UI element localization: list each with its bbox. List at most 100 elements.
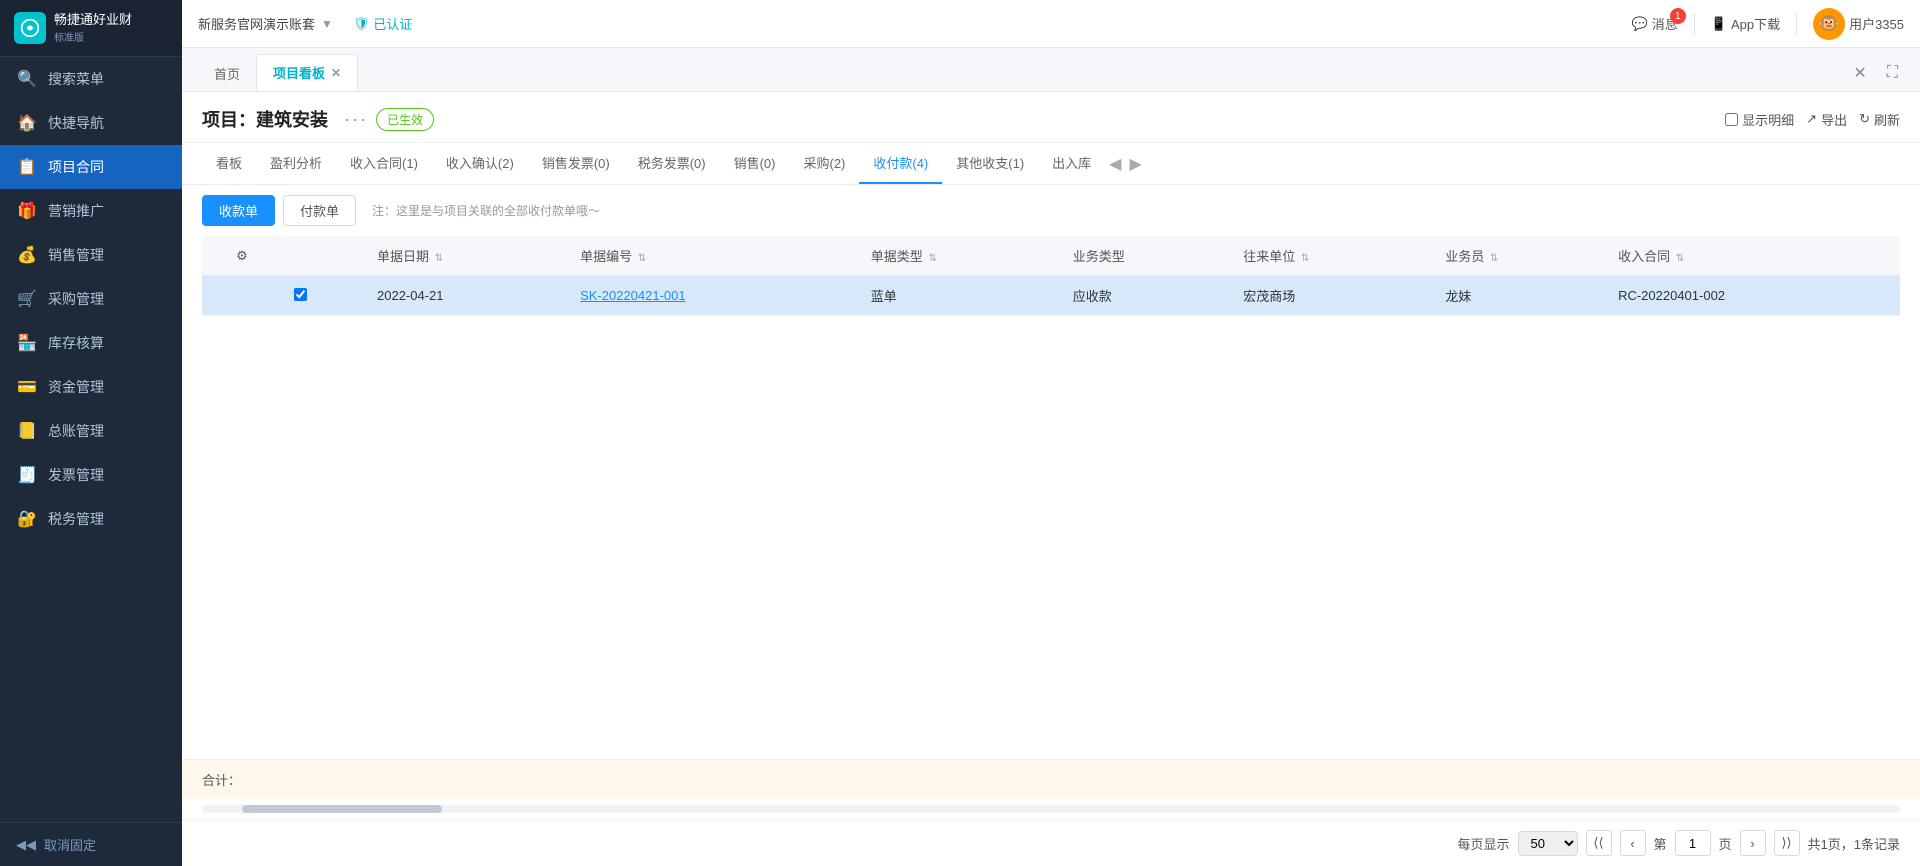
maximize-btn[interactable]: ⛶ [1881, 62, 1904, 84]
ledger-icon: 📒 [16, 421, 38, 441]
row-checkbox[interactable] [294, 288, 307, 301]
nav-tab-in-out[interactable]: 出入库 [1038, 143, 1105, 184]
sidebar-item-marketing[interactable]: 🎁营销推广 [0, 189, 182, 233]
th-salesman[interactable]: 业务员 ⇅ [1433, 236, 1606, 276]
row-code[interactable]: SK-20220421-001 [568, 276, 859, 316]
sidebar-item-fund[interactable]: 💳资金管理 [0, 365, 182, 409]
purchase-icon: 🛒 [16, 289, 38, 309]
message-icon: 💬 [1632, 16, 1648, 32]
message-btn[interactable]: 💬 消息 1 [1632, 14, 1678, 33]
page-title: 项目：建筑安装 [202, 106, 328, 132]
sidebar-item-project-contract[interactable]: 📋项目合同 [0, 145, 182, 189]
row-code-link[interactable]: SK-20220421-001 [580, 288, 686, 303]
show-detail-input[interactable] [1725, 113, 1738, 126]
th-date[interactable]: 单据日期 ⇅ [365, 236, 568, 276]
th-type[interactable]: 单据类型 ⇅ [859, 236, 1061, 276]
total-label: 合计： [202, 773, 241, 788]
row-date: 2022-04-21 [365, 276, 568, 316]
topbar-right: 💬 消息 1 📱 App下载 🐵 用户3355 [1632, 8, 1904, 40]
nav-tab-collect-pay[interactable]: 收付款(4) [859, 143, 942, 184]
prev-page-btn[interactable]: ‹ [1620, 830, 1646, 856]
nav-tab-income-confirm[interactable]: 收入确认(2) [432, 143, 528, 184]
nav-tab-sales-invoice[interactable]: 销售发票(0) [528, 143, 624, 184]
sidebar-item-sales[interactable]: 💰销售管理 [0, 233, 182, 277]
sub-tab-payment[interactable]: 付款单 [283, 195, 356, 226]
row-counterpart: 宏茂商场 [1231, 276, 1433, 316]
table-area: ⚙ 单据日期 ⇅ 单据编号 ⇅ 单据类型 ⇅ 业务类型 往来单位 ⇅ 业务员 ⇅… [182, 236, 1920, 759]
tab-close-icon[interactable]: ✕ [331, 66, 341, 80]
export-btn[interactable]: ↗ 导出 [1806, 110, 1847, 129]
sidebar-item-quick-nav[interactable]: 🏠快捷导航 [0, 101, 182, 145]
nav-tab-sales[interactable]: 销售(0) [720, 143, 790, 184]
divider-2 [1796, 12, 1797, 36]
sidebar-item-ledger[interactable]: 📒总账管理 [0, 409, 182, 453]
row-no [282, 276, 365, 316]
page-header-actions: ··· 已生效 [344, 108, 434, 131]
app-download-label: App下载 [1731, 14, 1780, 33]
sub-tab-receipt[interactable]: 收款单 [202, 195, 275, 226]
row-gear [202, 276, 282, 316]
inventory-icon: 🏪 [16, 333, 38, 353]
sidebar-item-invoice[interactable]: 🧾发票管理 [0, 453, 182, 497]
nav-tab-profit[interactable]: 盈利分析 [256, 143, 336, 184]
sidebar-item-tax[interactable]: 🔐税务管理 [0, 497, 182, 541]
nav-tab-kanban[interactable]: 看板 [202, 143, 256, 184]
nav-tab-tax-invoice[interactable]: 税务发票(0) [624, 143, 720, 184]
more-options-btn[interactable]: ··· [344, 109, 368, 130]
user-btn[interactable]: 🐵 用户3355 [1813, 8, 1904, 40]
tabbar: 首页 项目看板 ✕ ✕ ⛶ [182, 48, 1920, 92]
per-page-label: 每页显示 [1457, 834, 1509, 853]
page-text2: 页 [1719, 834, 1732, 853]
main-area: 新服务官网演示账套 ▼ 🛡 已认证 💬 消息 1 📱 App下载 🐵 [182, 0, 1920, 866]
th-income-contract[interactable]: 收入合同 ⇅ [1606, 236, 1900, 276]
nav-tab-income-contract[interactable]: 收入合同(1) [336, 143, 432, 184]
total-row: 合计： [182, 759, 1920, 799]
fake-scrollbar [202, 805, 1900, 813]
th-counterpart[interactable]: 往来单位 ⇅ [1231, 236, 1433, 276]
export-label: 导出 [1821, 110, 1847, 129]
refresh-btn[interactable]: ↻ 刷新 [1859, 110, 1900, 129]
sidebar-item-search[interactable]: 🔍搜索菜单 [0, 57, 182, 101]
marketing-icon: 🎁 [16, 201, 38, 221]
th-biz-type: 业务类型 [1061, 236, 1232, 276]
per-page-select[interactable]: 50 100 200 [1518, 831, 1578, 856]
total-info: 共1页，1条记录 [1808, 834, 1900, 853]
table-body: 2022-04-21 SK-20220421-001 蓝单 应收款 宏茂商场 龙… [202, 276, 1900, 316]
nav-arrow-left[interactable]: ◀ [1105, 154, 1125, 174]
last-page-btn[interactable]: ⟩⟩ [1774, 830, 1800, 856]
sidebar: 畅捷通好业财 标准版 🔍搜索菜单🏠快捷导航📋项目合同🎁营销推广💰销售管理🛒采购管… [0, 0, 182, 866]
topbar: 新服务官网演示账套 ▼ 🛡 已认证 💬 消息 1 📱 App下载 🐵 [182, 0, 1920, 48]
sidebar-footer-label: 取消固定 [44, 835, 96, 854]
scrollbar-thumb[interactable] [242, 805, 442, 813]
sidebar-item-purchase[interactable]: 🛒采购管理 [0, 277, 182, 321]
sidebar-header: 畅捷通好业财 标准版 [0, 0, 182, 57]
th-code[interactable]: 单据编号 ⇅ [568, 236, 859, 276]
app-logo [14, 12, 46, 44]
next-page-btn[interactable]: › [1740, 830, 1766, 856]
sales-icon: 💰 [16, 245, 38, 265]
tab-project-board[interactable]: 项目看板 ✕ [256, 54, 358, 91]
table-header-row: ⚙ 单据日期 ⇅ 单据编号 ⇅ 单据类型 ⇅ 业务类型 往来单位 ⇅ 业务员 ⇅… [202, 236, 1900, 276]
mobile-icon: 📱 [1711, 16, 1727, 32]
data-table: ⚙ 单据日期 ⇅ 单据编号 ⇅ 单据类型 ⇅ 业务类型 往来单位 ⇅ 业务员 ⇅… [202, 236, 1900, 316]
sidebar-item-inventory[interactable]: 🏪库存核算 [0, 321, 182, 365]
project-contract-icon: 📋 [16, 157, 38, 177]
row-biz-type: 应收款 [1061, 276, 1232, 316]
first-page-btn[interactable]: ⟨⟨ [1586, 830, 1612, 856]
page-header: 项目：建筑安装 ··· 已生效 显示明细 ↗ 导出 ↻ 刷新 [182, 92, 1920, 143]
show-detail-checkbox[interactable]: 显示明细 [1725, 110, 1794, 129]
workspace-arrow-icon[interactable]: ▼ [321, 17, 333, 31]
close-window-btn[interactable]: ✕ [1847, 61, 1872, 85]
sort-salesman-icon: ⇅ [1490, 253, 1498, 264]
table-row[interactable]: 2022-04-21 SK-20220421-001 蓝单 应收款 宏茂商场 龙… [202, 276, 1900, 316]
nav-arrow-right[interactable]: ▶ [1125, 154, 1145, 174]
tab-home[interactable]: 首页 [198, 56, 256, 91]
nav-tab-purchase[interactable]: 采购(2) [789, 143, 859, 184]
page-input[interactable] [1675, 830, 1711, 856]
th-gear[interactable]: ⚙ [202, 236, 282, 276]
workspace-name: 新服务官网演示账套 [198, 14, 315, 33]
app-download-btn[interactable]: 📱 App下载 [1711, 14, 1780, 33]
nav-tab-other-expense[interactable]: 其他收支(1) [942, 143, 1038, 184]
sidebar-footer[interactable]: ◀◀ 取消固定 [0, 822, 182, 866]
topbar-left: 新服务官网演示账套 ▼ 🛡 已认证 [198, 14, 1632, 33]
